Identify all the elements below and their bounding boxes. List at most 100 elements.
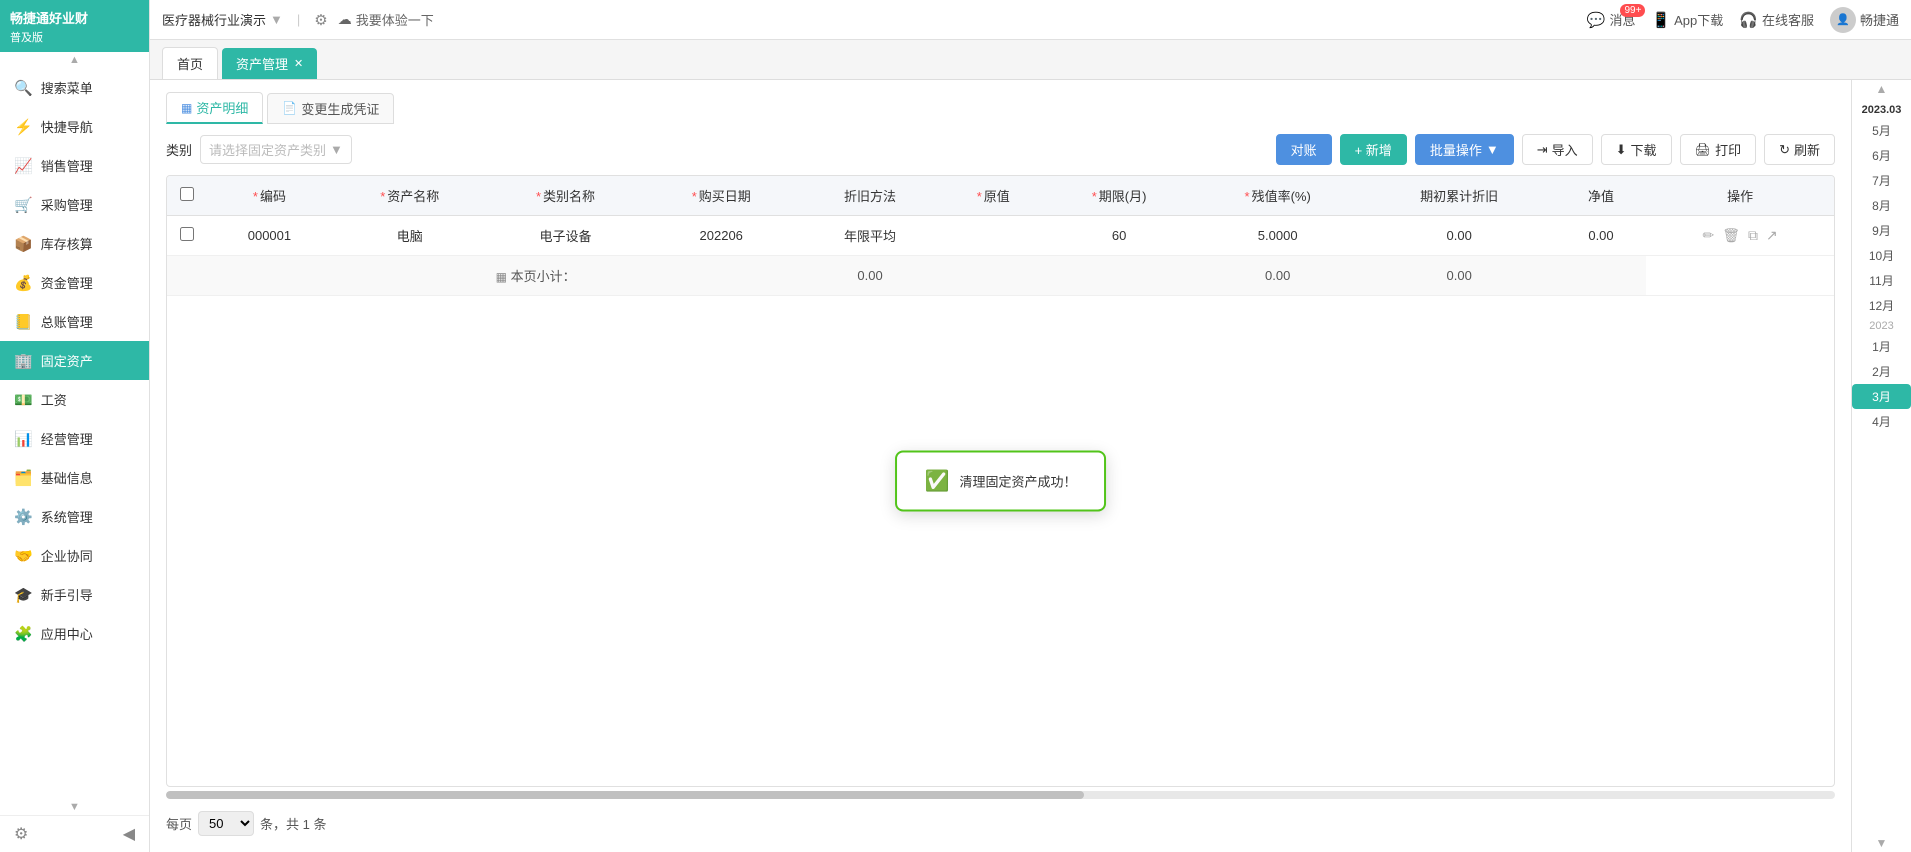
row-checkbox-0[interactable] — [180, 227, 194, 241]
scrollbar-thumb[interactable] — [166, 791, 1084, 799]
timeline-month-2月[interactable]: 2月 — [1852, 359, 1911, 384]
sidebar-label-sales: 销售管理 — [41, 156, 93, 175]
timeline-month-5月[interactable]: 5月 — [1852, 118, 1911, 143]
sidebar-label-payroll: 工资 — [41, 390, 67, 409]
sidebar-icon-search: 🔍 — [14, 79, 33, 97]
timeline-month-7月[interactable]: 7月 — [1852, 168, 1911, 193]
total-label: 条，共 1 条 — [260, 814, 326, 833]
row-period: 60 — [1046, 216, 1193, 256]
pagination-bar: 每页 50 100 200 条，共 1 条 — [166, 801, 1835, 840]
sidebar-label-system: 系统管理 — [41, 507, 93, 526]
avatar: 👤 — [1830, 7, 1856, 33]
subtab-detail-icon: ▦ — [181, 101, 192, 115]
sidebar-label-inventory: 库存核算 — [41, 234, 93, 253]
tab-home[interactable]: 首页 — [162, 47, 218, 79]
sidebar-icon-ledger: 📒 — [14, 313, 33, 331]
print-icon: 🖨 — [1695, 142, 1712, 158]
new-button[interactable]: + 新增 — [1340, 134, 1407, 165]
category-filter-select[interactable]: 请选择固定资产类别 ▼ — [200, 135, 352, 164]
settings-gear-icon[interactable]: ⚙ — [314, 11, 327, 29]
timeline-month-3月[interactable]: 3月 — [1852, 384, 1911, 409]
sidebar-item-base-info[interactable]: 🗂️基础信息 — [0, 458, 149, 497]
asset-table: *编码 *资产名称 *类别名称 *购买日期 折旧方法 *原值 *期限(月) *残… — [167, 176, 1834, 296]
app-download-button[interactable]: 📱 App下载 — [1651, 10, 1723, 29]
company-selector[interactable]: 医疗器械行业演示 ▼ — [162, 10, 283, 29]
tab-close-icon[interactable]: ✕ — [294, 57, 303, 70]
timeline-month-9月[interactable]: 9月 — [1852, 218, 1911, 243]
sidebar-item-sales[interactable]: 📈销售管理 — [0, 146, 149, 185]
row-purchase-date: 202206 — [643, 216, 799, 256]
batch-dropdown-icon: ▼ — [1486, 142, 1499, 157]
batch-button[interactable]: 批量操作 ▼ — [1415, 134, 1514, 165]
sidebar-item-app-center[interactable]: 🧩应用中心 — [0, 614, 149, 653]
reconcile-button[interactable]: 对账 — [1276, 134, 1332, 165]
print-button[interactable]: 🖨 打印 — [1680, 134, 1757, 165]
category-filter-label: 类别 — [166, 140, 192, 159]
timeline-scroll-down[interactable]: ▼ — [1852, 834, 1911, 852]
timeline-month-8月[interactable]: 8月 — [1852, 193, 1911, 218]
sidebar-item-guide[interactable]: 🎓新手引导 — [0, 575, 149, 614]
success-toast: ✅ 清理固定资产成功！ — [895, 451, 1107, 512]
timeline-month-11月[interactable]: 11月 — [1852, 268, 1911, 293]
sidebar-item-purchase[interactable]: 🛒采购管理 — [0, 185, 149, 224]
row-name: 电脑 — [332, 216, 488, 256]
message-button[interactable]: 💬 消息 99+ — [1587, 10, 1636, 29]
timeline-month-1月[interactable]: 1月 — [1852, 334, 1911, 359]
sidebar-item-operations[interactable]: 📊经营管理 — [0, 419, 149, 458]
sidebar-label-base-info: 基础信息 — [41, 468, 93, 487]
horizontal-scrollbar[interactable] — [166, 791, 1835, 799]
timeline-month-6月[interactable]: 6月 — [1852, 143, 1911, 168]
sidebar-scroll-down[interactable]: ▼ — [0, 799, 149, 815]
sidebar-item-system[interactable]: ⚙️系统管理 — [0, 497, 149, 536]
subtotal-label: ▦ 本页小计： — [488, 256, 800, 296]
table-row: 000001 电脑 电子设备 202206 年限平均 60 5.0000 0.0… — [167, 216, 1834, 256]
timeline-month-10月[interactable]: 10月 — [1852, 243, 1911, 268]
download-button[interactable]: ⬇ 下载 — [1601, 134, 1672, 165]
sidebar-scroll-up[interactable]: ▲ — [0, 52, 149, 68]
import-button[interactable]: ⇥ 导入 — [1522, 134, 1593, 165]
subtab-asset-detail[interactable]: ▦ 资产明细 — [166, 92, 263, 124]
experience-button[interactable]: ☁ 我要体验一下 — [338, 10, 434, 29]
sidebar-item-quick-nav[interactable]: ⚡快捷导航 — [0, 107, 149, 146]
tabbar: 首页 资产管理 ✕ — [150, 40, 1911, 80]
subtab-voucher-label: 变更生成凭证 — [301, 99, 379, 118]
settings-icon[interactable]: ⚙ — [14, 824, 28, 844]
tab-asset-label: 资产管理 — [236, 54, 288, 73]
delete-icon[interactable]: 🗑 — [1722, 227, 1740, 244]
row-checkbox-cell[interactable] — [167, 216, 207, 256]
sidebar-item-finance[interactable]: 💰资金管理 — [0, 263, 149, 302]
sidebar-item-inventory[interactable]: 📦库存核算 — [0, 224, 149, 263]
timeline-year-2023: 2023 — [1852, 318, 1911, 334]
user-profile[interactable]: 👤 畅捷通 — [1830, 7, 1899, 33]
sidebar-item-ledger[interactable]: 📒总账管理 — [0, 302, 149, 341]
sidebar-item-cooperation[interactable]: 🤝企业协同 — [0, 536, 149, 575]
sidebar-icon-app-center: 🧩 — [14, 625, 33, 643]
per-page-select[interactable]: 50 100 200 — [198, 811, 254, 836]
timeline-month-4月[interactable]: 4月 — [1852, 409, 1911, 434]
topbar-separator: | — [297, 12, 300, 27]
edit-icon[interactable]: ✏ — [1703, 227, 1715, 244]
sidebar-item-payroll[interactable]: 💵工资 — [0, 380, 149, 419]
experience-label: 我要体验一下 — [356, 10, 434, 29]
sidebar-bottom: ⚙ ◀ — [0, 815, 149, 852]
row-residual-rate: 5.0000 — [1193, 216, 1363, 256]
sidebar-icon-guide: 🎓 — [14, 586, 33, 604]
toolbar-right: 对账 + 新增 批量操作 ▼ ⇥ 导入 ⬇ 下载 🖨 — [1276, 134, 1835, 165]
more-icon[interactable]: ↗ — [1766, 227, 1778, 244]
collapse-icon[interactable]: ◀ — [123, 824, 135, 844]
sidebar-item-search[interactable]: 🔍搜索菜单 — [0, 68, 149, 107]
col-residual-rate: *残值率(%) — [1193, 176, 1363, 216]
cloud-icon: ☁ — [338, 11, 352, 28]
batch-label: 批量操作 — [1430, 140, 1482, 159]
row-category: 电子设备 — [488, 216, 644, 256]
online-service-button[interactable]: 🎧 在线客服 — [1739, 10, 1814, 29]
timeline-month-12月[interactable]: 12月 — [1852, 293, 1911, 318]
refresh-button[interactable]: ↻ 刷新 — [1764, 134, 1835, 165]
subtab-voucher-gen[interactable]: 📄 变更生成凭证 — [267, 93, 394, 124]
select-all-checkbox[interactable] — [180, 187, 194, 201]
tab-asset-management[interactable]: 资产管理 ✕ — [222, 48, 317, 79]
timeline-scroll-up[interactable]: ▲ — [1852, 80, 1911, 98]
row-actions: ✏ 🗑 ⧉ ↗ — [1646, 216, 1834, 256]
sidebar-item-fixed-asset[interactable]: 🏢固定资产 — [0, 341, 149, 380]
copy-icon[interactable]: ⧉ — [1748, 227, 1758, 244]
